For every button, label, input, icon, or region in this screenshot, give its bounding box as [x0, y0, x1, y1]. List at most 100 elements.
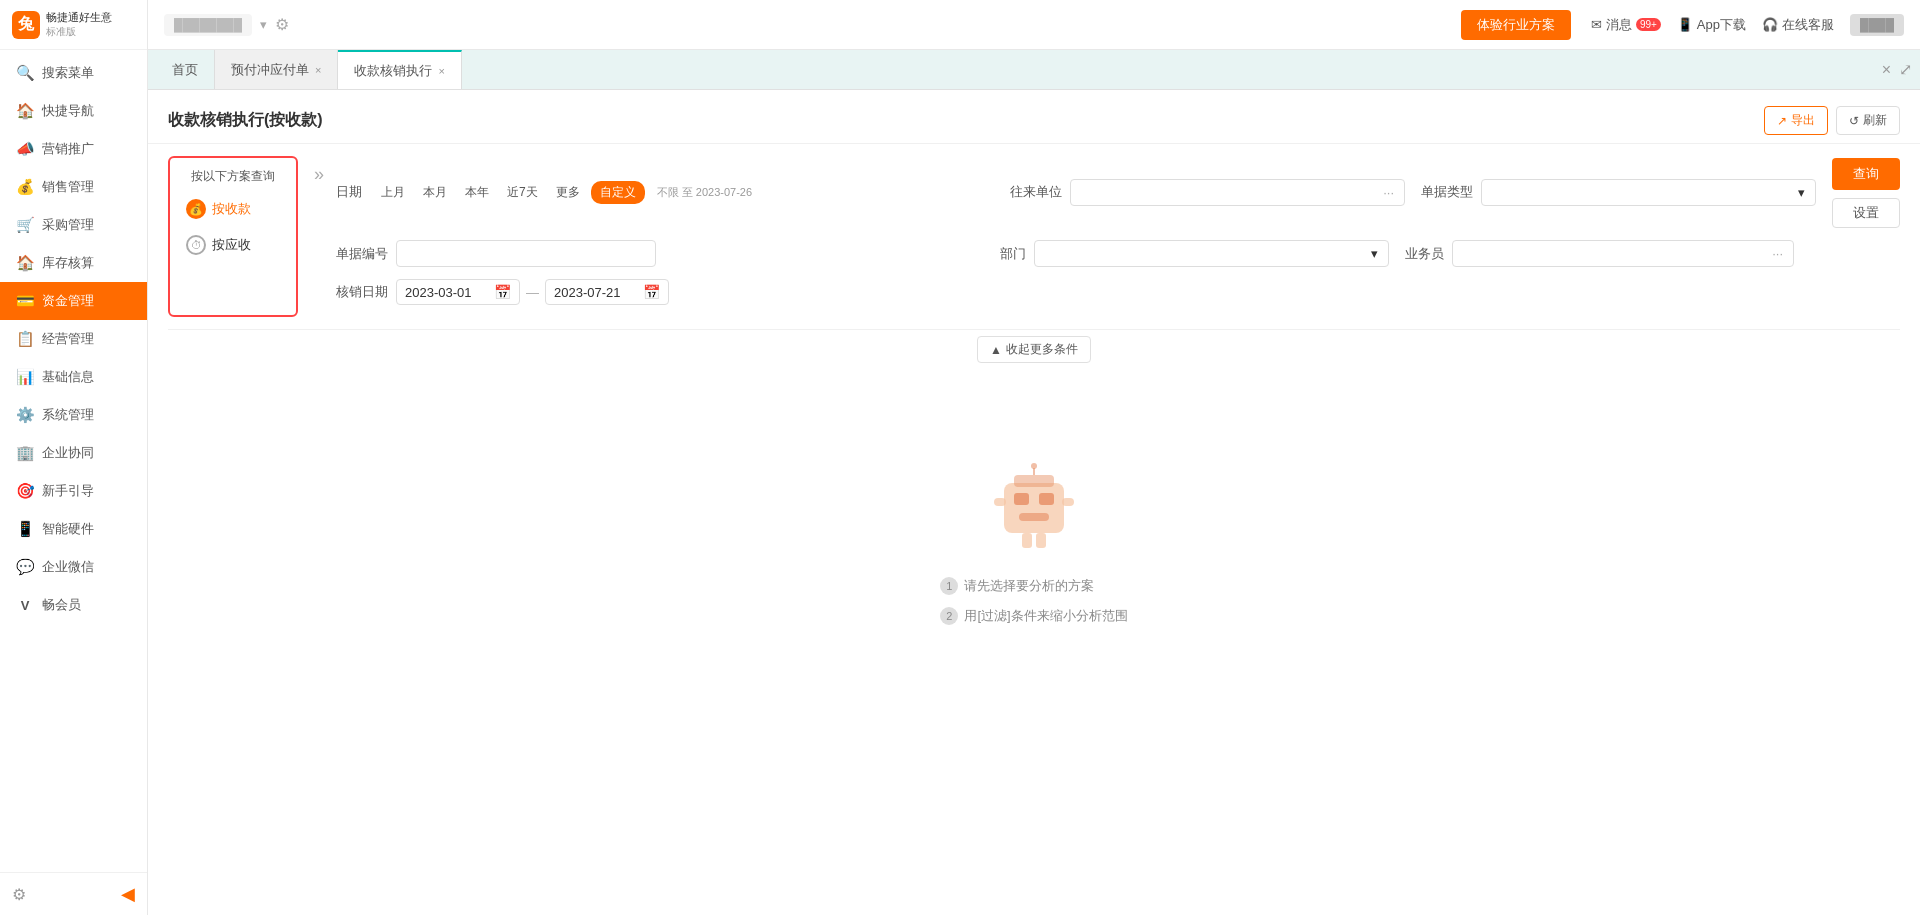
tab-receipt[interactable]: 收款核销执行 ×: [338, 50, 461, 89]
settings-button[interactable]: 设置: [1832, 198, 1900, 228]
dept-dropdown-icon: ▾: [1371, 246, 1378, 261]
date-separator: —: [526, 285, 539, 300]
topbar-settings-icon[interactable]: ⚙: [275, 15, 289, 34]
writeoff-end-input[interactable]: [554, 285, 639, 300]
sidebar-item-basic[interactable]: 📊 基础信息: [0, 358, 147, 396]
staff-field: 业务员 ···: [1405, 240, 1794, 267]
topbar-left: ████████ ▾ ⚙: [164, 14, 289, 36]
doc-type-field: 单据类型 ▾: [1421, 179, 1816, 206]
messages-button[interactable]: ✉ 消息 99+: [1591, 16, 1661, 34]
counterpart-field: 往来单位 ···: [1010, 179, 1405, 206]
tab-prepay[interactable]: 预付冲应付单 ×: [215, 50, 338, 89]
logo-text: 畅捷通好生意 标准版: [46, 10, 112, 38]
date-btn-last-month[interactable]: 上月: [374, 181, 412, 204]
sidebar-collapse-icon[interactable]: ◀: [121, 883, 135, 905]
date-btn-this-month[interactable]: 本月: [416, 181, 454, 204]
page-title: 收款核销执行(按收款): [168, 110, 323, 131]
tab-expand-icon[interactable]: ⤢: [1899, 60, 1912, 79]
sidebar-nav: 🔍 搜索菜单 🏠 快捷导航 📣 营销推广 💰 销售管理 🛒 采购管理 🏠 库存核…: [0, 50, 147, 872]
query-button[interactable]: 查询: [1832, 158, 1900, 190]
doc-no-field: 单据编号: [336, 240, 984, 267]
filter-panel-collapse-icon[interactable]: »: [314, 156, 324, 185]
writeoff-start-wrap: 📅: [396, 279, 520, 305]
svg-rect-7: [1036, 533, 1046, 548]
tab-home[interactable]: 首页: [156, 50, 215, 89]
industry-solution-button[interactable]: 体验行业方案: [1461, 10, 1571, 40]
enterprise-icon: 🏢: [16, 444, 34, 462]
sidebar-item-inventory[interactable]: 🏠 库存核算: [0, 244, 147, 282]
tab-close-all-icon[interactable]: ×: [1882, 61, 1891, 79]
quick-icon: 🏠: [16, 102, 34, 120]
doc-no-input[interactable]: [396, 240, 656, 267]
sidebar-item-operation[interactable]: 📋 经营管理: [0, 320, 147, 358]
doc-type-select[interactable]: ▾: [1481, 179, 1816, 206]
tab-receipt-close-icon[interactable]: ×: [438, 65, 444, 77]
svg-rect-3: [1019, 513, 1049, 521]
refresh-icon: ↺: [1849, 114, 1859, 128]
sidebar-item-quick[interactable]: 🏠 快捷导航: [0, 92, 147, 130]
sidebar-item-label: 经营管理: [42, 330, 94, 348]
query-row-3: 核销日期 📅 — 📅: [336, 279, 1900, 305]
date-btn-7days[interactable]: 近7天: [500, 181, 545, 204]
content-area: 收款核销执行(按收款) ↗ 导出 ↺ 刷新 按以下方案查询: [148, 90, 1920, 915]
sidebar: 兔 畅捷通好生意 标准版 🔍 搜索菜单 🏠 快捷导航 📣 营销推广 💰 销售管理…: [0, 0, 148, 915]
online-service-button[interactable]: 🎧 在线客服: [1762, 16, 1834, 34]
sidebar-item-label: 资金管理: [42, 292, 94, 310]
topbar-dropdown-icon[interactable]: ▾: [260, 17, 267, 32]
logo-subtitle: 标准版: [46, 25, 112, 39]
sidebar-item-marketing[interactable]: 📣 营销推广: [0, 130, 147, 168]
svg-rect-6: [1022, 533, 1032, 548]
doc-type-label: 单据类型: [1421, 183, 1473, 201]
sidebar-item-hardware[interactable]: 📱 智能硬件: [0, 510, 147, 548]
svg-rect-5: [1062, 498, 1074, 506]
user-avatar[interactable]: ████: [1850, 14, 1904, 36]
writeoff-end-calendar-icon[interactable]: 📅: [643, 284, 660, 300]
tabbar: 首页 预付冲应付单 × 收款核销执行 × × ⤢: [148, 50, 1920, 90]
sidebar-item-purchase[interactable]: 🛒 采购管理: [0, 206, 147, 244]
dept-select[interactable]: ▾: [1034, 240, 1389, 267]
filter-option-by-receivable[interactable]: ⏱ 按应收: [178, 229, 288, 261]
sidebar-item-enterprise[interactable]: 🏢 企业协同: [0, 434, 147, 472]
query-row-2: 单据编号 部门 ▾ 业务员: [336, 240, 1900, 267]
counterpart-dots[interactable]: ···: [1383, 185, 1394, 200]
dept-label: 部门: [1000, 245, 1026, 263]
tab-home-label: 首页: [172, 61, 198, 79]
svg-rect-2: [1039, 493, 1054, 505]
svg-rect-0: [1004, 483, 1064, 533]
sidebar-item-system[interactable]: ⚙️ 系统管理: [0, 396, 147, 434]
empty-hint-1: 1 请先选择要分析的方案: [940, 573, 1127, 599]
date-btn-custom[interactable]: 自定义: [591, 181, 645, 204]
query-form: 日期 上月 本月 本年 近7天 更多 自定义 不限 至 2023-07-26: [336, 156, 1900, 317]
sidebar-item-member[interactable]: V 畅会员: [0, 586, 147, 624]
refresh-button[interactable]: ↺ 刷新: [1836, 106, 1900, 135]
collapse-icon: ▲: [990, 343, 1002, 357]
staff-label: 业务员: [1405, 245, 1444, 263]
sidebar-item-label: 搜索菜单: [42, 64, 94, 82]
sidebar-item-search[interactable]: 🔍 搜索菜单: [0, 54, 147, 92]
date-btn-more[interactable]: 更多: [549, 181, 587, 204]
sidebar-item-sales[interactable]: 💰 销售管理: [0, 168, 147, 206]
filter-option-by-receipt[interactable]: 💰 按收款: [178, 193, 288, 225]
sidebar-item-finance[interactable]: 💳 资金管理: [0, 282, 147, 320]
tabbar-actions: × ⤢: [1882, 60, 1912, 79]
sidebar-item-guide[interactable]: 🎯 新手引导: [0, 472, 147, 510]
app-download-button[interactable]: 📱 App下载: [1677, 16, 1746, 34]
settings-icon[interactable]: ⚙: [12, 885, 26, 904]
collapse-more-button[interactable]: ▲ 收起更多条件: [977, 336, 1091, 363]
export-button[interactable]: ↗ 导出: [1764, 106, 1828, 135]
staff-select[interactable]: ···: [1452, 240, 1794, 267]
writeoff-start-calendar-icon[interactable]: 📅: [494, 284, 511, 300]
writeoff-start-input[interactable]: [405, 285, 490, 300]
page-header: 收款核销执行(按收款) ↗ 导出 ↺ 刷新: [148, 90, 1920, 144]
date-btn-this-year[interactable]: 本年: [458, 181, 496, 204]
sidebar-item-label: 企业协同: [42, 444, 94, 462]
sidebar-item-label: 销售管理: [42, 178, 94, 196]
export-icon: ↗: [1777, 114, 1787, 128]
system-icon: ⚙️: [16, 406, 34, 424]
counterpart-select[interactable]: ···: [1070, 179, 1405, 206]
tab-prepay-close-icon[interactable]: ×: [315, 64, 321, 76]
topbar: ████████ ▾ ⚙ 体验行业方案 ✉ 消息 99+ 📱 App下载 🎧 在…: [148, 0, 1920, 50]
page-actions: ↗ 导出 ↺ 刷新: [1764, 106, 1900, 135]
staff-dots[interactable]: ···: [1772, 246, 1783, 261]
sidebar-item-wechat[interactable]: 💬 企业微信: [0, 548, 147, 586]
